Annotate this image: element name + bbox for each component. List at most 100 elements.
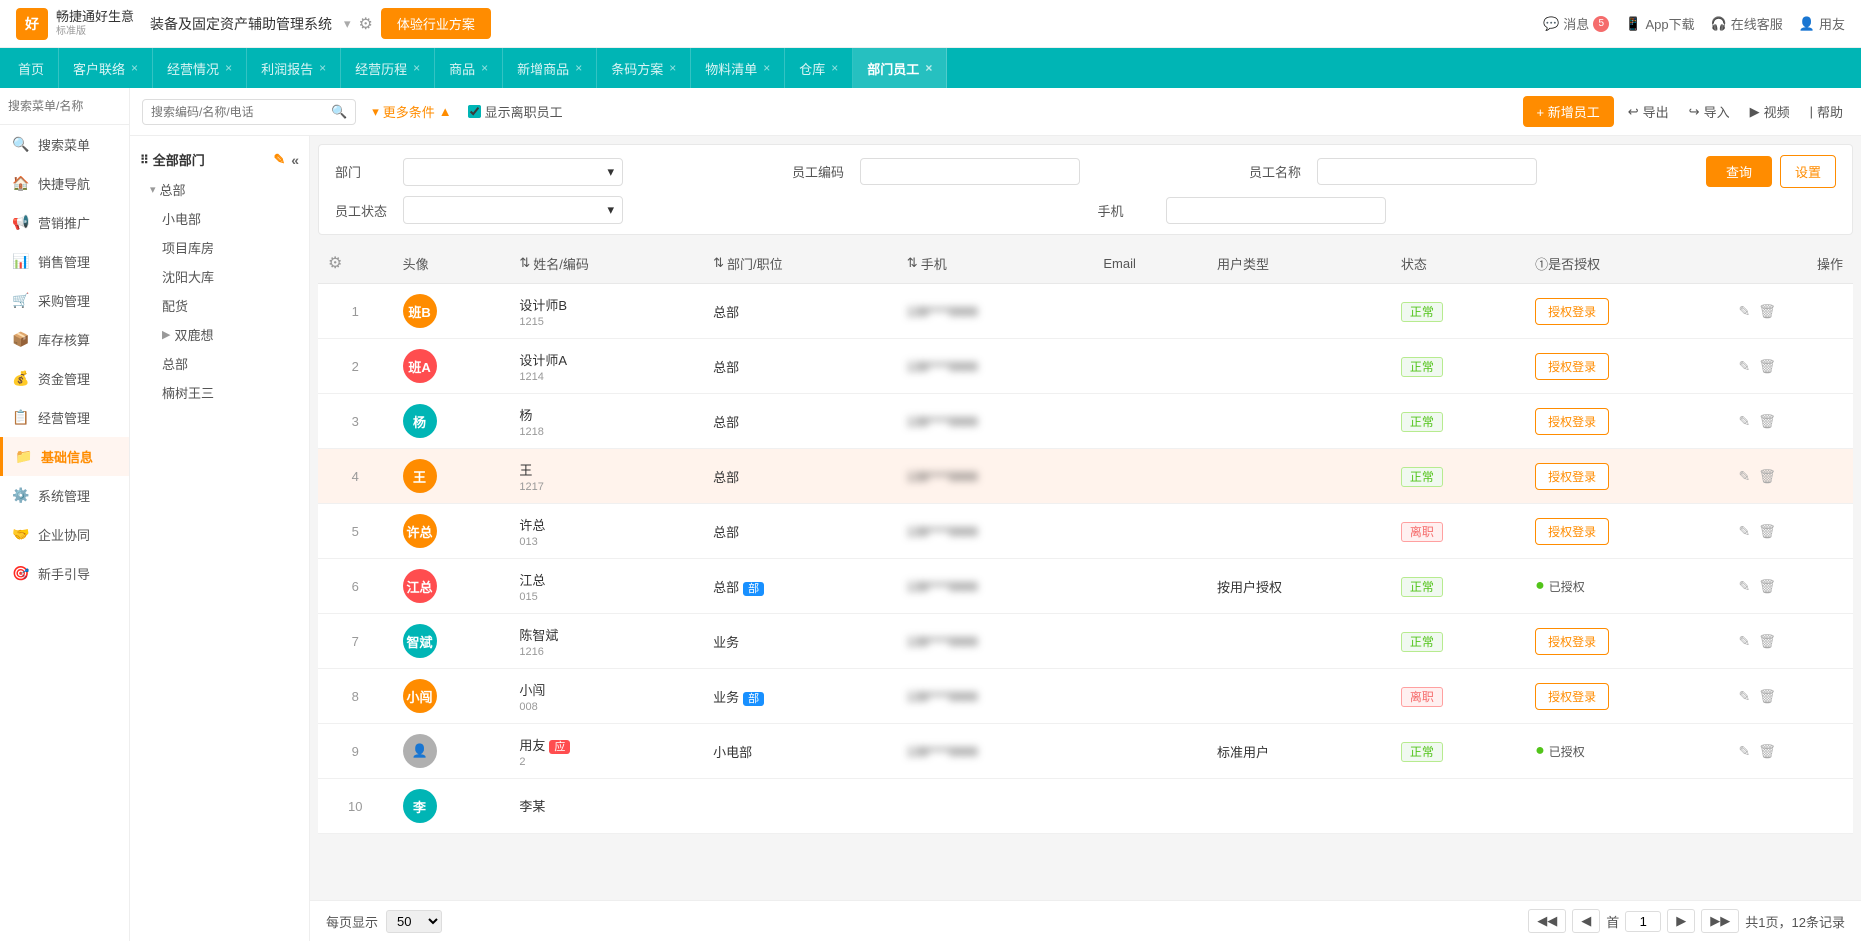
delete-icon[interactable]: 🗑 [1758,578,1776,595]
user-btn[interactable]: 👤 用友 [1799,14,1845,33]
set-btn[interactable]: 设置 [1780,155,1836,188]
sidebar-item-finance[interactable]: 💰 资金管理 [0,359,129,398]
auth-login-btn[interactable]: 授权登录 [1535,463,1609,490]
edit-icon[interactable]: ✎ [1739,578,1751,595]
delete-icon[interactable]: 🗑 [1758,303,1776,320]
gear-icon[interactable]: ⚙ [359,14,373,34]
edit-icon[interactable]: ✎ [1739,413,1751,430]
help-btn[interactable]: | 帮助 [1804,98,1849,125]
op-icons: ✎ 🗑 [1739,578,1844,595]
dept-tree-item-shuanglu[interactable]: ▶ 双鹿想 [130,320,309,349]
search-btn[interactable]: 🔍 [331,104,347,120]
dept-tree-item-distribution[interactable]: 配货 [130,291,309,320]
cell-email [1093,504,1207,559]
delete-icon[interactable]: 🗑 [1758,413,1776,430]
more-conditions-btn[interactable]: ▾ 更多条件 ▲ [364,98,459,125]
sidebar-item-collab[interactable]: 🤝 企业协同 [0,515,129,554]
search-input[interactable] [151,105,331,119]
sidebar-item-guide[interactable]: 🎯 新手引导 [0,554,129,593]
online-service-btn[interactable]: 🎧 在线客服 [1711,14,1783,33]
auth-login-btn[interactable]: 授权登录 [1535,518,1609,545]
last-page-btn[interactable]: ▶▶ [1701,909,1739,933]
op-icons: ✎ 🗑 [1739,633,1844,650]
sidebar-item-search[interactable]: 🔍 搜索菜单 [0,125,129,164]
export-btn[interactable]: ↩ 导出 [1622,98,1675,125]
query-btn[interactable]: 查询 [1706,156,1772,187]
dept-tree-item-shenyang[interactable]: 沈阳大库 [130,262,309,291]
emp-name-input[interactable] [1317,158,1537,185]
show-resign-checkbox-label[interactable]: 显示离职员工 [468,102,563,121]
delete-icon[interactable]: 🗑 [1758,468,1776,485]
dept-edit-icon[interactable]: ✎ [273,151,285,168]
emp-code-input[interactable] [860,158,1080,185]
sidebar-item-quicknav[interactable]: 🏠 快捷导航 [0,164,129,203]
tab-customer[interactable]: 客户联络× [59,48,153,88]
sort-dept[interactable]: ⇅ 部门/职位 [713,254,783,273]
dept-tree-item-root[interactable]: ▾ 总部 [130,175,309,204]
first-page-btn[interactable]: ◀◀ [1528,909,1566,933]
tab-employees[interactable]: 部门员工× [853,48,947,88]
page-input[interactable] [1625,911,1661,932]
sidebar-item-sales[interactable]: 📊 销售管理 [0,242,129,281]
name-code: 杨 1218 [519,405,693,438]
th-dept: ⇅ 部门/职位 [703,243,897,284]
dept-tree-item-zongbu[interactable]: 总部 [130,349,309,378]
sidebar-item-inventory[interactable]: 📦 库存核算 [0,320,129,359]
dept-tree-item-project[interactable]: 项目库房 [130,233,309,262]
add-employee-btn[interactable]: + 新增员工 [1523,96,1614,127]
auth-login-btn[interactable]: 授权登录 [1535,298,1609,325]
tab-home[interactable]: 首页 [8,48,59,88]
tab-bom[interactable]: 物料清单× [691,48,785,88]
delete-icon[interactable]: 🗑 [1758,358,1776,375]
next-page-btn[interactable]: ▶ [1667,909,1695,933]
trial-btn[interactable]: 体验行业方案 [381,8,491,39]
tab-warehouse[interactable]: 仓库× [785,48,853,88]
delete-icon[interactable]: 🗑 [1758,633,1776,650]
pagination-right: ◀◀ ◀ 首 ▶ ▶▶ 共1页，12条记录 [1528,909,1845,933]
tab-profit[interactable]: 利润报告× [247,48,341,88]
dept-collapse-btn[interactable]: « [291,152,299,168]
prev-page-btn[interactable]: ◀ [1572,909,1600,933]
edit-icon[interactable]: ✎ [1739,468,1751,485]
edit-icon[interactable]: ✎ [1739,633,1751,650]
sidebar-item-management[interactable]: 📋 经营管理 [0,398,129,437]
tab-barcode[interactable]: 条码方案× [597,48,691,88]
emp-status-select[interactable]: ▾ [403,196,623,224]
edit-icon[interactable]: ✎ [1739,743,1751,760]
delete-icon[interactable]: 🗑 [1758,688,1776,705]
edit-icon[interactable]: ✎ [1739,688,1751,705]
show-resign-checkbox[interactable] [468,105,481,118]
app-download-btn[interactable]: 📱 App下载 [1625,14,1694,33]
sidebar-item-basic[interactable]: 📁 基础信息 [0,437,129,476]
row-num: 5 [318,504,393,559]
tab-goods[interactable]: 商品× [435,48,503,88]
auth-login-btn[interactable]: 授权登录 [1535,683,1609,710]
sort-phone[interactable]: ⇅ 手机 [907,254,947,273]
delete-icon[interactable]: 🗑 [1758,523,1776,540]
tab-operation[interactable]: 经营情况× [153,48,247,88]
edit-icon[interactable]: ✎ [1739,358,1751,375]
edit-icon[interactable]: ✎ [1739,523,1751,540]
view-btn[interactable]: ▶ 视频 [1744,98,1796,125]
auth-login-btn[interactable]: 授权登录 [1535,353,1609,380]
edit-icon[interactable]: ✎ [1739,303,1751,320]
dept-tree-item-xiaodian[interactable]: 小电部 [130,204,309,233]
page-size-select[interactable]: 50 20 100 [386,910,442,933]
auth-login-btn[interactable]: 授权登录 [1535,628,1609,655]
tab-new-goods[interactable]: 新增商品× [503,48,597,88]
delete-icon[interactable]: 🗑 [1758,743,1776,760]
dept-tree-item-nanshu[interactable]: 楠树王三 [130,378,309,407]
import-btn[interactable]: ↪ 导入 [1683,98,1736,125]
video-icon: ▶ [1750,104,1760,120]
system-name-arrow[interactable]: ▾ [344,16,351,32]
setting-icon[interactable]: ⚙ [328,255,342,272]
message-btn[interactable]: 💬 消息 5 [1543,14,1609,33]
tab-history[interactable]: 经营历程× [341,48,435,88]
sidebar-item-system[interactable]: ⚙️ 系统管理 [0,476,129,515]
sidebar-item-purchase[interactable]: 🛒 采购管理 [0,281,129,320]
sidebar-item-marketing[interactable]: 📢 营销推广 [0,203,129,242]
phone-input[interactable] [1166,197,1386,224]
sort-name[interactable]: ⇅ 姓名/编码 [519,254,589,273]
dept-select[interactable]: ▾ [403,158,623,186]
auth-login-btn[interactable]: 授权登录 [1535,408,1609,435]
